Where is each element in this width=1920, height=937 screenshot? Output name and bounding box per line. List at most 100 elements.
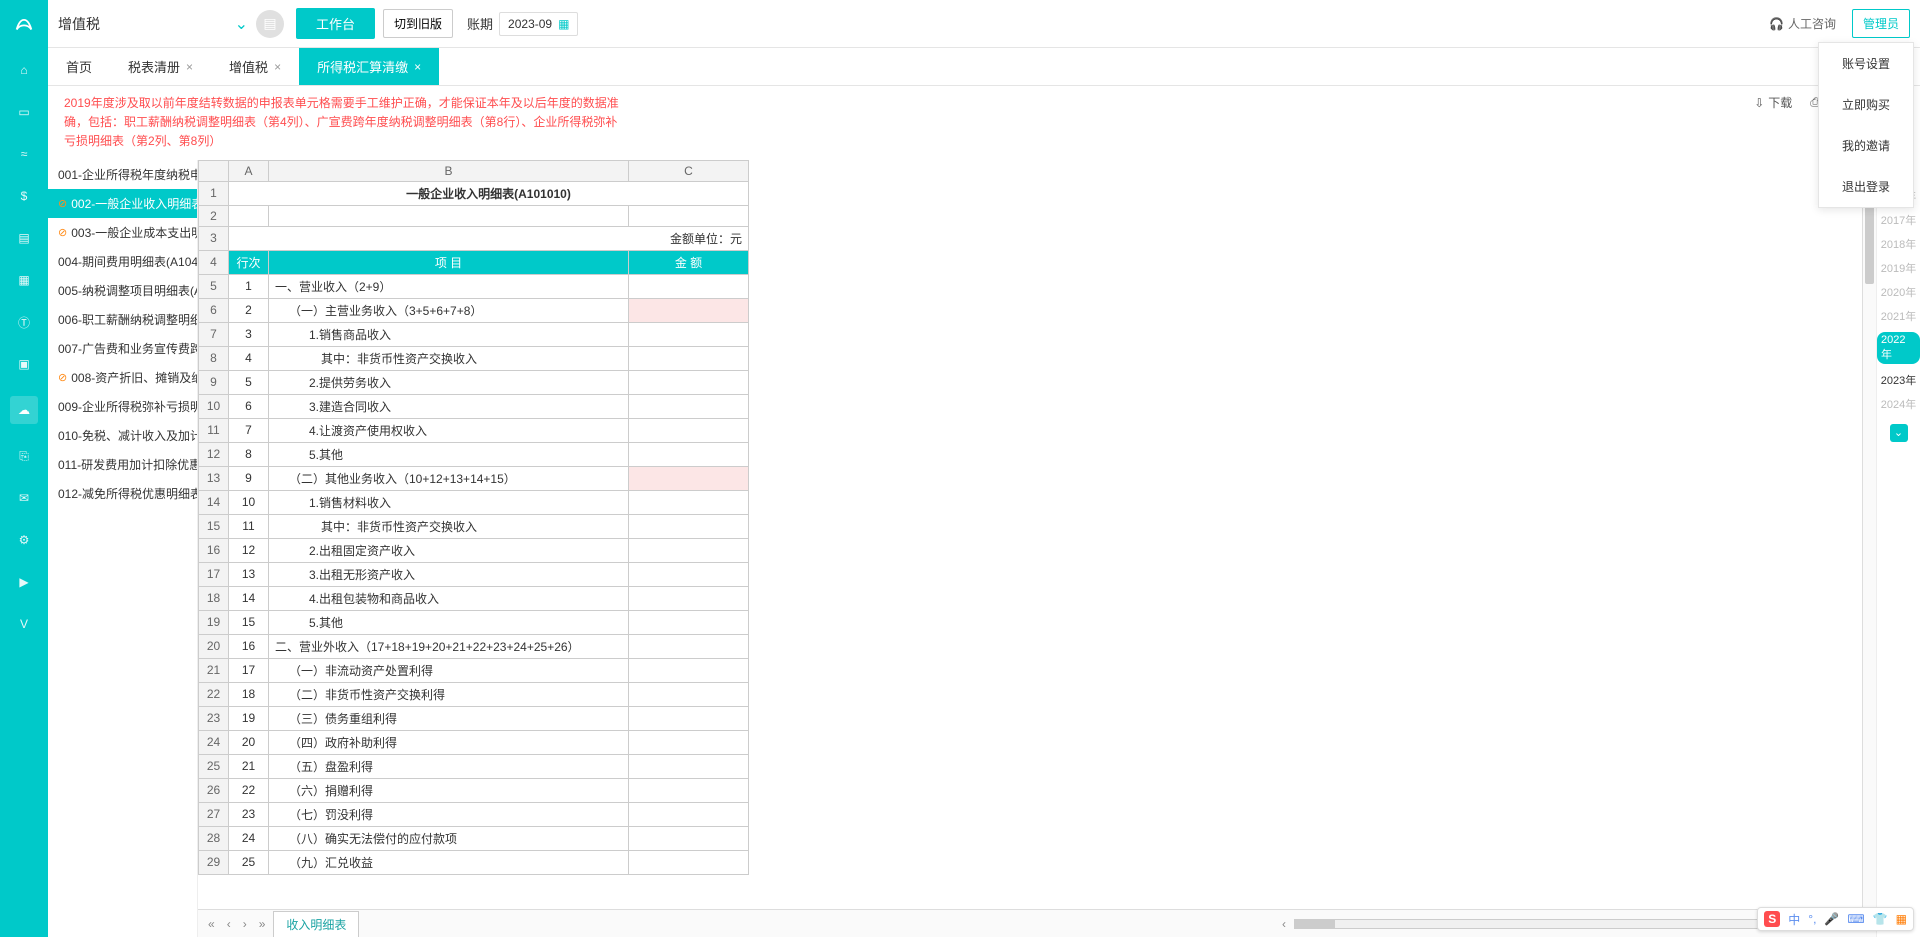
report-list-item[interactable]: 005-纳税调整项目明细表(A1… <box>48 276 197 305</box>
menu-logout[interactable]: 退出登录 <box>1819 166 1913 207</box>
cell-amount[interactable] <box>629 394 749 418</box>
doc-icon[interactable]: ▤ <box>256 10 284 38</box>
sheet-tab[interactable]: 收入明细表 <box>273 911 359 937</box>
cell-item: （三）债务重组利得 <box>269 706 629 730</box>
year-more-icon[interactable]: ⌄ <box>1890 424 1908 442</box>
year-item[interactable]: 2017年 <box>1881 212 1916 228</box>
report-list-item[interactable]: 006-职工薪酬纳税调整明细… <box>48 305 197 334</box>
close-icon[interactable]: × <box>414 60 421 74</box>
cell-amount[interactable] <box>629 706 749 730</box>
year-item[interactable]: 2019年 <box>1881 260 1916 276</box>
ime-toolbar[interactable]: S 中 °, 🎤 ⌨ 👕 ▦ <box>1757 907 1914 931</box>
nav-home-icon[interactable]: ⌂ <box>14 60 34 80</box>
tab-vat[interactable]: 增值税× <box>211 48 299 85</box>
period-picker[interactable]: 2023-09 ▦ <box>499 12 578 36</box>
cell-amount[interactable] <box>629 730 749 754</box>
nav-bank-icon[interactable]: Ⓣ <box>14 312 34 332</box>
vertical-scrollbar[interactable] <box>1862 160 1876 909</box>
switch-old-button[interactable]: 切到旧版 <box>383 9 453 38</box>
cell-rownum: 20 <box>229 730 269 754</box>
ime-lang[interactable]: 中 <box>1788 911 1800 928</box>
nav-video-icon[interactable]: ▶ <box>14 572 34 592</box>
cell-item: 其中：非货币性资产交换收入 <box>269 514 629 538</box>
report-list-item[interactable]: 010-免税、减计收入及加计… <box>48 421 197 450</box>
cell-amount[interactable] <box>629 586 749 610</box>
cell-amount[interactable] <box>629 346 749 370</box>
cell-amount[interactable] <box>629 466 749 490</box>
ime-punct-icon[interactable]: °, <box>1808 912 1816 926</box>
table-row: 1511其中：非货币性资产交换收入 <box>199 514 749 538</box>
year-item[interactable]: 2021年 <box>1881 308 1916 324</box>
close-icon[interactable]: × <box>274 60 281 74</box>
nav-settings-icon[interactable]: ⚙ <box>14 530 34 550</box>
cell-amount[interactable] <box>629 418 749 442</box>
cell-amount[interactable] <box>629 370 749 394</box>
report-list-item[interactable]: 007-广告费和业务宣传费跨… <box>48 334 197 363</box>
sheet-nav-prev-icon[interactable]: ‹ <box>223 917 235 931</box>
cell-amount[interactable] <box>629 322 749 346</box>
tab-tax-list[interactable]: 税表清册× <box>110 48 211 85</box>
cell-amount[interactable] <box>629 514 749 538</box>
report-list-item[interactable]: 004-期间费用明细表(A1040… <box>48 247 197 276</box>
cell-amount[interactable] <box>629 274 749 298</box>
spreadsheet-grid[interactable]: ABC1一般企业收入明细表(A101010)23金额单位：元4行次项 目金 额5… <box>198 160 1876 909</box>
cell-amount[interactable] <box>629 538 749 562</box>
tab-home[interactable]: 首页 <box>48 48 110 85</box>
ime-grid-icon[interactable]: ▦ <box>1896 912 1907 926</box>
nav-archive-icon[interactable]: ⎘ <box>14 446 34 466</box>
report-list-item[interactable]: 009-企业所得税弥补亏损明… <box>48 392 197 421</box>
sheet-nav-first-icon[interactable]: « <box>204 917 219 931</box>
ime-keyboard-icon[interactable]: ⌨ <box>1847 912 1864 926</box>
report-list-item[interactable]: ⊘002-一般企业收入明细表(A1… <box>48 189 197 218</box>
download-button[interactable]: ⇩下载 <box>1754 94 1792 111</box>
nav-tax-icon[interactable]: ☁ <box>10 396 38 424</box>
cell-amount[interactable] <box>629 826 749 850</box>
menu-account-settings[interactable]: 账号设置 <box>1819 43 1913 84</box>
admin-button[interactable]: 管理员 <box>1852 9 1910 38</box>
year-item[interactable]: 2018年 <box>1881 236 1916 252</box>
cell-amount[interactable] <box>629 658 749 682</box>
nav-clipboard-icon[interactable]: ▤ <box>14 228 34 248</box>
consult-link[interactable]: 🎧 人工咨询 <box>1769 15 1836 32</box>
report-list-item[interactable]: ⊘008-资产折旧、摊销及纳税… <box>48 363 197 392</box>
menu-my-invites[interactable]: 我的邀请 <box>1819 125 1913 166</box>
cell-amount[interactable] <box>629 442 749 466</box>
nav-ledger-icon[interactable]: ▭ <box>14 102 34 122</box>
ime-mic-icon[interactable]: 🎤 <box>1824 912 1839 926</box>
nav-v-icon[interactable]: V <box>14 614 34 634</box>
tab-income-tax[interactable]: 所得税汇算清缴× <box>299 48 439 85</box>
company-selector[interactable]: 增值税 ⌄ <box>58 14 248 34</box>
sheet-nav-last-icon[interactable]: » <box>255 917 270 931</box>
app-logo[interactable] <box>0 0 48 48</box>
cell-amount[interactable] <box>629 682 749 706</box>
nav-inbox-icon[interactable]: ✉ <box>14 488 34 508</box>
cell-amount[interactable] <box>629 778 749 802</box>
nav-money-icon[interactable]: $ <box>14 186 34 206</box>
workbench-button[interactable]: 工作台 <box>296 8 375 39</box>
year-item[interactable]: 2022年 <box>1877 332 1920 364</box>
cell-amount[interactable] <box>629 562 749 586</box>
year-item[interactable]: 2023年 <box>1881 372 1916 388</box>
nav-table-icon[interactable]: ▣ <box>14 354 34 374</box>
report-list-item[interactable]: 011-研发费用加计扣除优惠… <box>48 450 197 479</box>
cell-amount[interactable] <box>629 634 749 658</box>
hscroll-left-icon[interactable]: ‹ <box>1278 917 1290 931</box>
cell-amount[interactable] <box>629 802 749 826</box>
cell-amount[interactable] <box>629 490 749 514</box>
report-list-item[interactable]: 001-企业所得税年度纳税申… <box>48 160 197 189</box>
nav-report-icon[interactable]: ▦ <box>14 270 34 290</box>
cell-amount[interactable] <box>629 610 749 634</box>
year-item[interactable]: 2020年 <box>1881 284 1916 300</box>
cell-amount[interactable] <box>629 298 749 322</box>
report-list-item[interactable]: 012-减免所得税优惠明细表(… <box>48 479 197 508</box>
menu-buy-now[interactable]: 立即购买 <box>1819 84 1913 125</box>
close-icon[interactable]: × <box>186 60 193 74</box>
nav-chart-icon[interactable]: ≈ <box>14 144 34 164</box>
cell-amount[interactable] <box>629 754 749 778</box>
report-list-item[interactable]: ⊘003-一般企业成本支出明细… <box>48 218 197 247</box>
year-item[interactable]: 2024年 <box>1881 396 1916 412</box>
sheet-nav-next-icon[interactable]: › <box>239 917 251 931</box>
cell-item: （七）罚没利得 <box>269 802 629 826</box>
cell-amount[interactable] <box>629 850 749 874</box>
ime-skin-icon[interactable]: 👕 <box>1873 912 1888 926</box>
